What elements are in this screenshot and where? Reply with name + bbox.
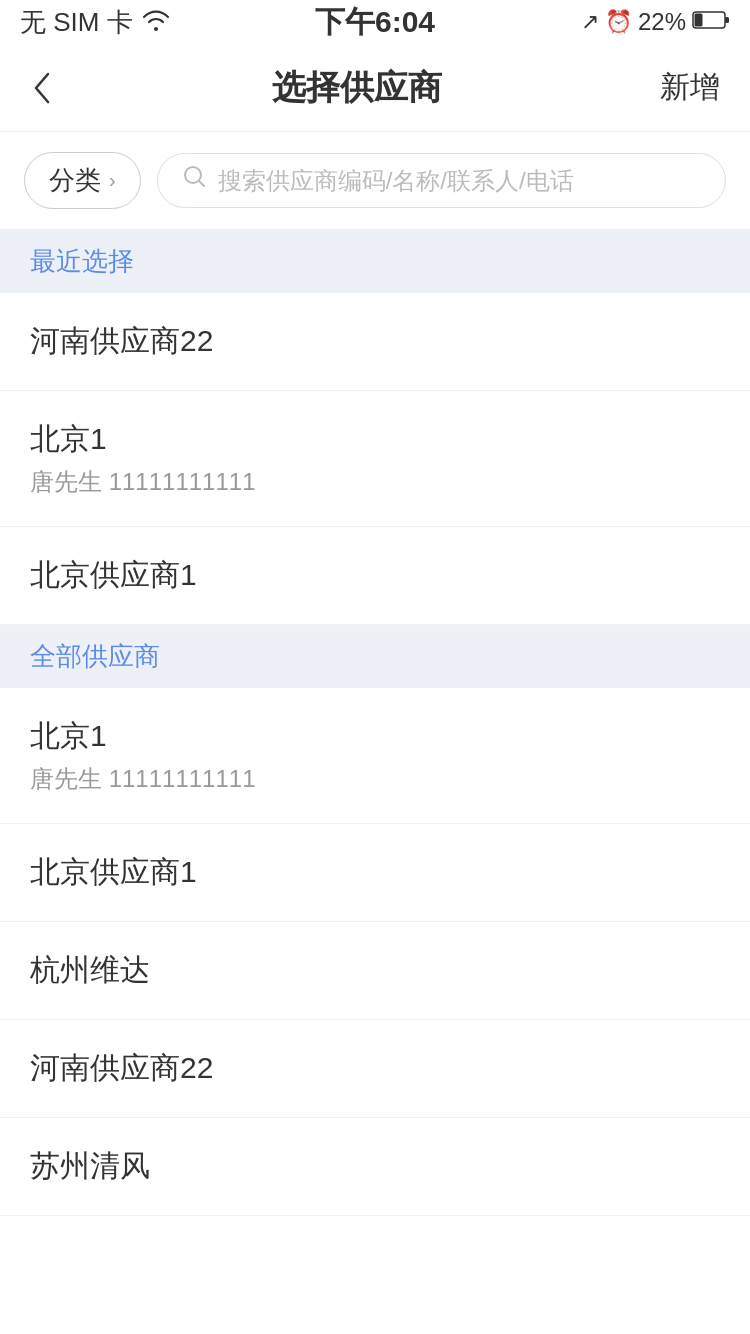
nav-bar: 选择供应商 新增 (0, 44, 750, 132)
supplier-name: 河南供应商22 (30, 1048, 720, 1089)
list-item[interactable]: 河南供应商22 (0, 293, 750, 391)
supplier-name: 河南供应商22 (30, 321, 720, 362)
supplier-name: 北京1 (30, 716, 720, 757)
svg-rect-2 (695, 14, 703, 27)
battery-icon (692, 8, 730, 36)
search-icon (182, 164, 208, 197)
list-item[interactable]: 北京1 唐先生 11111111111 (0, 391, 750, 527)
back-button[interactable] (30, 68, 54, 108)
chevron-right-icon: › (109, 169, 116, 192)
wifi-icon (141, 7, 171, 38)
section-header-recent: 最近选择 (0, 230, 750, 293)
carrier-text: 无 SIM 卡 (20, 5, 133, 40)
supplier-name: 苏州清风 (30, 1146, 720, 1187)
add-button[interactable]: 新增 (660, 67, 720, 108)
supplier-name: 北京供应商1 (30, 852, 720, 893)
svg-rect-1 (725, 17, 729, 23)
search-placeholder: 搜索供应商编码/名称/联系人/电话 (218, 165, 574, 197)
list-item[interactable]: 北京1 唐先生 11111111111 (0, 688, 750, 824)
status-carrier: 无 SIM 卡 (20, 5, 171, 40)
status-right: ↗ ⏰ 22% (581, 8, 730, 36)
supplier-name: 杭州维达 (30, 950, 720, 991)
alarm-icon: ⏰ (605, 9, 632, 35)
list-item[interactable]: 北京供应商1 (0, 824, 750, 922)
search-box[interactable]: 搜索供应商编码/名称/联系人/电话 (157, 153, 726, 208)
list-item[interactable]: 北京供应商1 (0, 527, 750, 625)
category-button[interactable]: 分类 › (24, 152, 141, 209)
supplier-contact: 唐先生 11111111111 (30, 466, 720, 498)
supplier-list: 最近选择河南供应商22 北京1 唐先生 11111111111 北京供应商1 全部供应商… (0, 230, 750, 1216)
page-title: 选择供应商 (272, 65, 442, 111)
category-label: 分类 (49, 163, 101, 198)
status-time: 下午6:04 (315, 2, 435, 43)
supplier-name: 北京1 (30, 419, 720, 460)
list-item[interactable]: 苏州清风 (0, 1118, 750, 1216)
section-header-all: 全部供应商 (0, 625, 750, 688)
list-item[interactable]: 河南供应商22 (0, 1020, 750, 1118)
location-icon: ↗ (581, 9, 599, 35)
supplier-name: 北京供应商1 (30, 555, 720, 596)
list-item[interactable]: 杭州维达 (0, 922, 750, 1020)
status-bar: 无 SIM 卡 下午6:04 ↗ ⏰ 22% (0, 0, 750, 44)
supplier-contact: 唐先生 11111111111 (30, 763, 720, 795)
battery-text: 22% (638, 8, 686, 36)
filter-bar: 分类 › 搜索供应商编码/名称/联系人/电话 (0, 132, 750, 230)
